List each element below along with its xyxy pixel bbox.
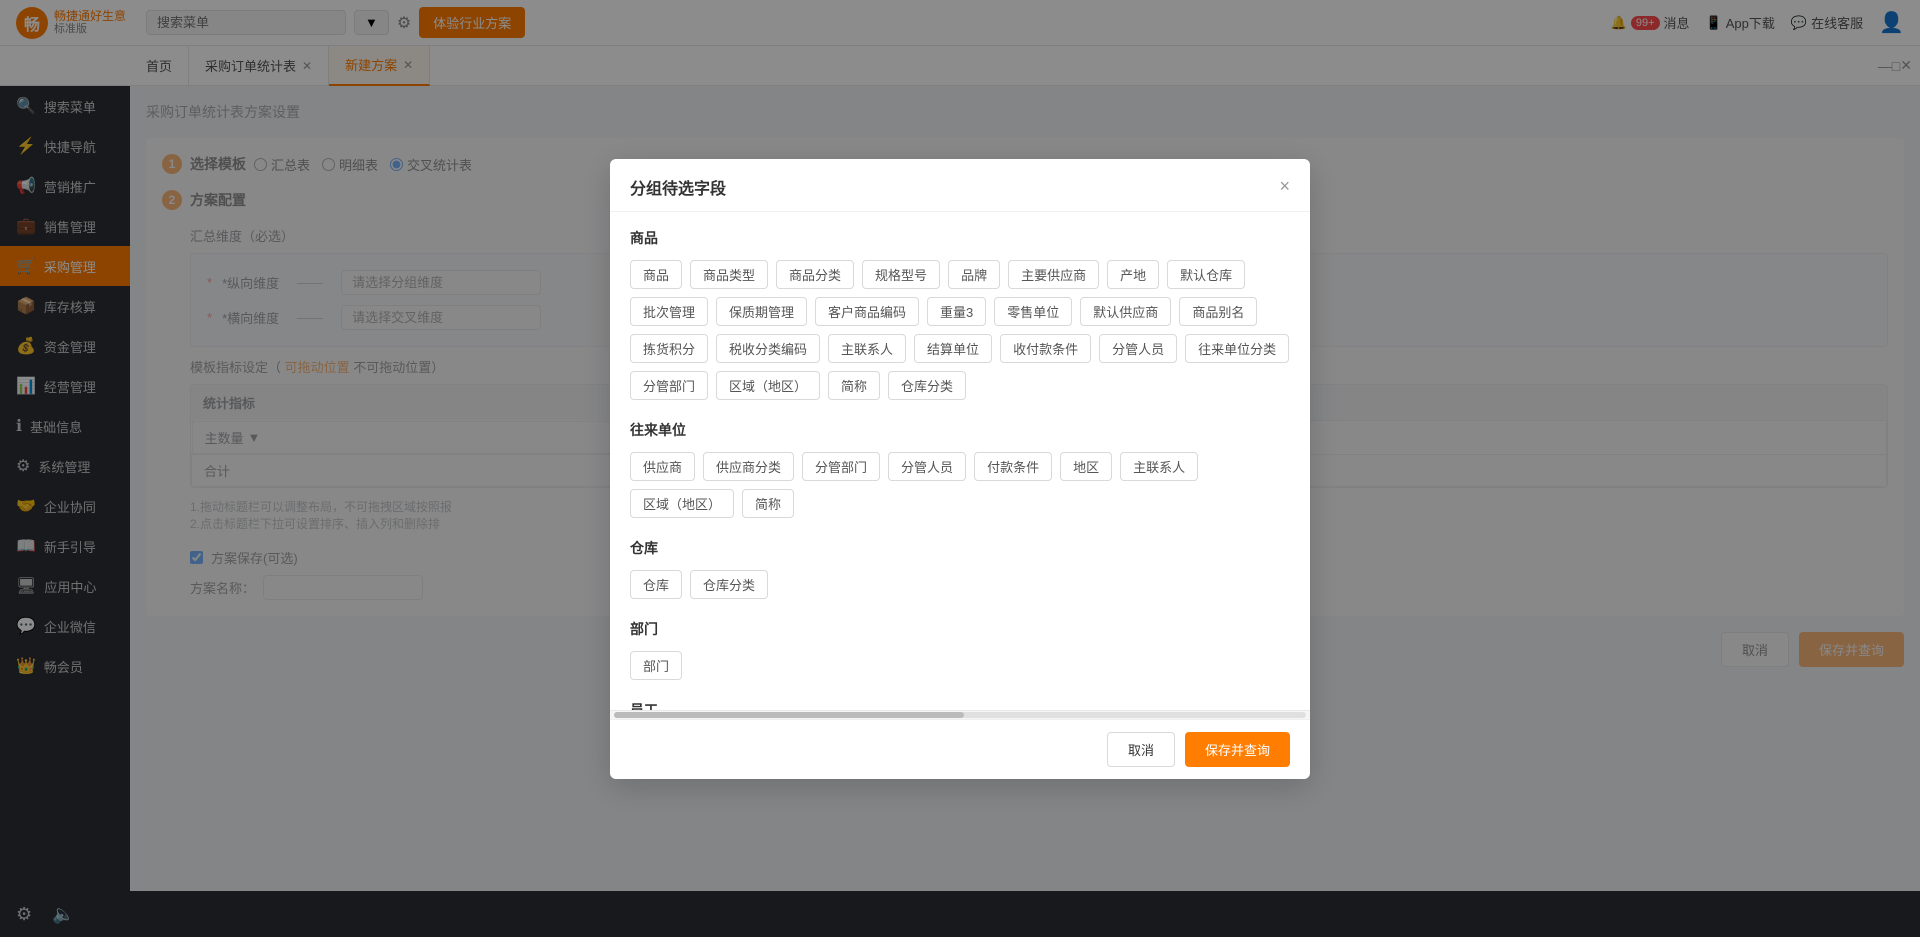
dialog-close-button[interactable]: × — [1279, 176, 1290, 197]
section-goods-title: 商品 — [630, 228, 1290, 248]
tag-shelf-life[interactable]: 保质期管理 — [716, 297, 807, 326]
dialog-cancel-button[interactable]: 取消 — [1107, 732, 1175, 767]
tag-goods-category[interactable]: 商品分类 — [776, 260, 854, 289]
tag-warehouse[interactable]: 仓库 — [630, 570, 682, 599]
tag-counterpart-category[interactable]: 往来单位分类 — [1185, 334, 1289, 363]
hscroll-thumb[interactable] — [614, 712, 964, 718]
tag-spec-model[interactable]: 规格型号 — [862, 260, 940, 289]
tag-main-contact-cp[interactable]: 主联系人 — [1120, 452, 1198, 481]
tag-supplier-cat[interactable]: 供应商分类 — [703, 452, 794, 481]
overlay: 分组待选字段 × 商品 商品 商品类型 商品分类 规格型号 品牌 主要供应商 产… — [0, 0, 1920, 937]
tag-origin[interactable]: 产地 — [1107, 260, 1159, 289]
tag-goods-alias[interactable]: 商品别名 — [1179, 297, 1257, 326]
tag-warehouse-cat[interactable]: 仓库分类 — [888, 371, 966, 400]
dialog-body[interactable]: 商品 商品 商品类型 商品分类 规格型号 品牌 主要供应商 产地 默认仓库 批次… — [610, 212, 1310, 711]
tag-area-cp[interactable]: 区域（地区） — [630, 489, 734, 518]
tag-main-supplier[interactable]: 主要供应商 — [1008, 260, 1099, 289]
tag-abbr-goods[interactable]: 简称 — [828, 371, 880, 400]
dialog-save-button[interactable]: 保存并查询 — [1185, 732, 1290, 767]
tag-supplier[interactable]: 供应商 — [630, 452, 695, 481]
tag-region-goods[interactable]: 区域（地区） — [716, 371, 820, 400]
tag-batch-mgmt[interactable]: 批次管理 — [630, 297, 708, 326]
dept-tags: 部门 — [630, 651, 1290, 680]
dialog-header: 分组待选字段 × — [610, 159, 1310, 212]
tag-dept-cp[interactable]: 分管部门 — [802, 452, 880, 481]
tag-default-warehouse[interactable]: 默认仓库 — [1167, 260, 1245, 289]
warehouse-tags: 仓库 仓库分类 — [630, 570, 1290, 599]
section-goods: 商品 商品 商品类型 商品分类 规格型号 品牌 主要供应商 产地 默认仓库 批次… — [630, 228, 1290, 400]
dialog-footer: 取消 保存并查询 — [610, 719, 1310, 779]
dialog-title: 分组待选字段 — [630, 175, 726, 199]
hscroll-bar[interactable] — [610, 710, 1310, 718]
tag-goods-type[interactable]: 商品类型 — [690, 260, 768, 289]
section-warehouse: 仓库 仓库 仓库分类 — [630, 538, 1290, 599]
tag-region-cp[interactable]: 地区 — [1060, 452, 1112, 481]
counterpart-tags: 供应商 供应商分类 分管部门 分管人员 付款条件 地区 主联系人 区域（地区） … — [630, 452, 1290, 518]
tag-payment-terms-cp[interactable]: 付款条件 — [974, 452, 1052, 481]
tag-tax-code[interactable]: 税收分类编码 — [716, 334, 820, 363]
tag-dept[interactable]: 部门 — [630, 651, 682, 680]
goods-tags: 商品 商品类型 商品分类 规格型号 品牌 主要供应商 产地 默认仓库 批次管理 … — [630, 260, 1290, 400]
tag-customer-code[interactable]: 客户商品编码 — [815, 297, 919, 326]
tag-supervisor-cp[interactable]: 分管人员 — [888, 452, 966, 481]
tag-dept-goods[interactable]: 分管部门 — [630, 371, 708, 400]
tag-main-contact[interactable]: 主联系人 — [828, 334, 906, 363]
tag-weight3[interactable]: 重量3 — [927, 297, 986, 326]
section-counterpart: 往来单位 供应商 供应商分类 分管部门 分管人员 付款条件 地区 主联系人 区域… — [630, 420, 1290, 518]
tag-payment-terms[interactable]: 收付款条件 — [1000, 334, 1091, 363]
tag-goods[interactable]: 商品 — [630, 260, 682, 289]
section-dept-title: 部门 — [630, 619, 1290, 639]
tag-pick-points[interactable]: 拣货积分 — [630, 334, 708, 363]
tag-default-supplier[interactable]: 默认供应商 — [1080, 297, 1171, 326]
tag-warehouse-category[interactable]: 仓库分类 — [690, 570, 768, 599]
dialog: 分组待选字段 × 商品 商品 商品类型 商品分类 规格型号 品牌 主要供应商 产… — [610, 159, 1310, 779]
tag-abbr-cp[interactable]: 简称 — [742, 489, 794, 518]
section-employee-title: 员工 — [630, 700, 1290, 711]
tag-retail-unit[interactable]: 零售单位 — [994, 297, 1072, 326]
tag-supervisor[interactable]: 分管人员 — [1099, 334, 1177, 363]
tag-brand[interactable]: 品牌 — [948, 260, 1000, 289]
tag-settlement-unit[interactable]: 结算单位 — [914, 334, 992, 363]
section-counterpart-title: 往来单位 — [630, 420, 1290, 440]
section-dept: 部门 部门 — [630, 619, 1290, 680]
section-warehouse-title: 仓库 — [630, 538, 1290, 558]
section-employee: 员工 业务员 — [630, 700, 1290, 711]
